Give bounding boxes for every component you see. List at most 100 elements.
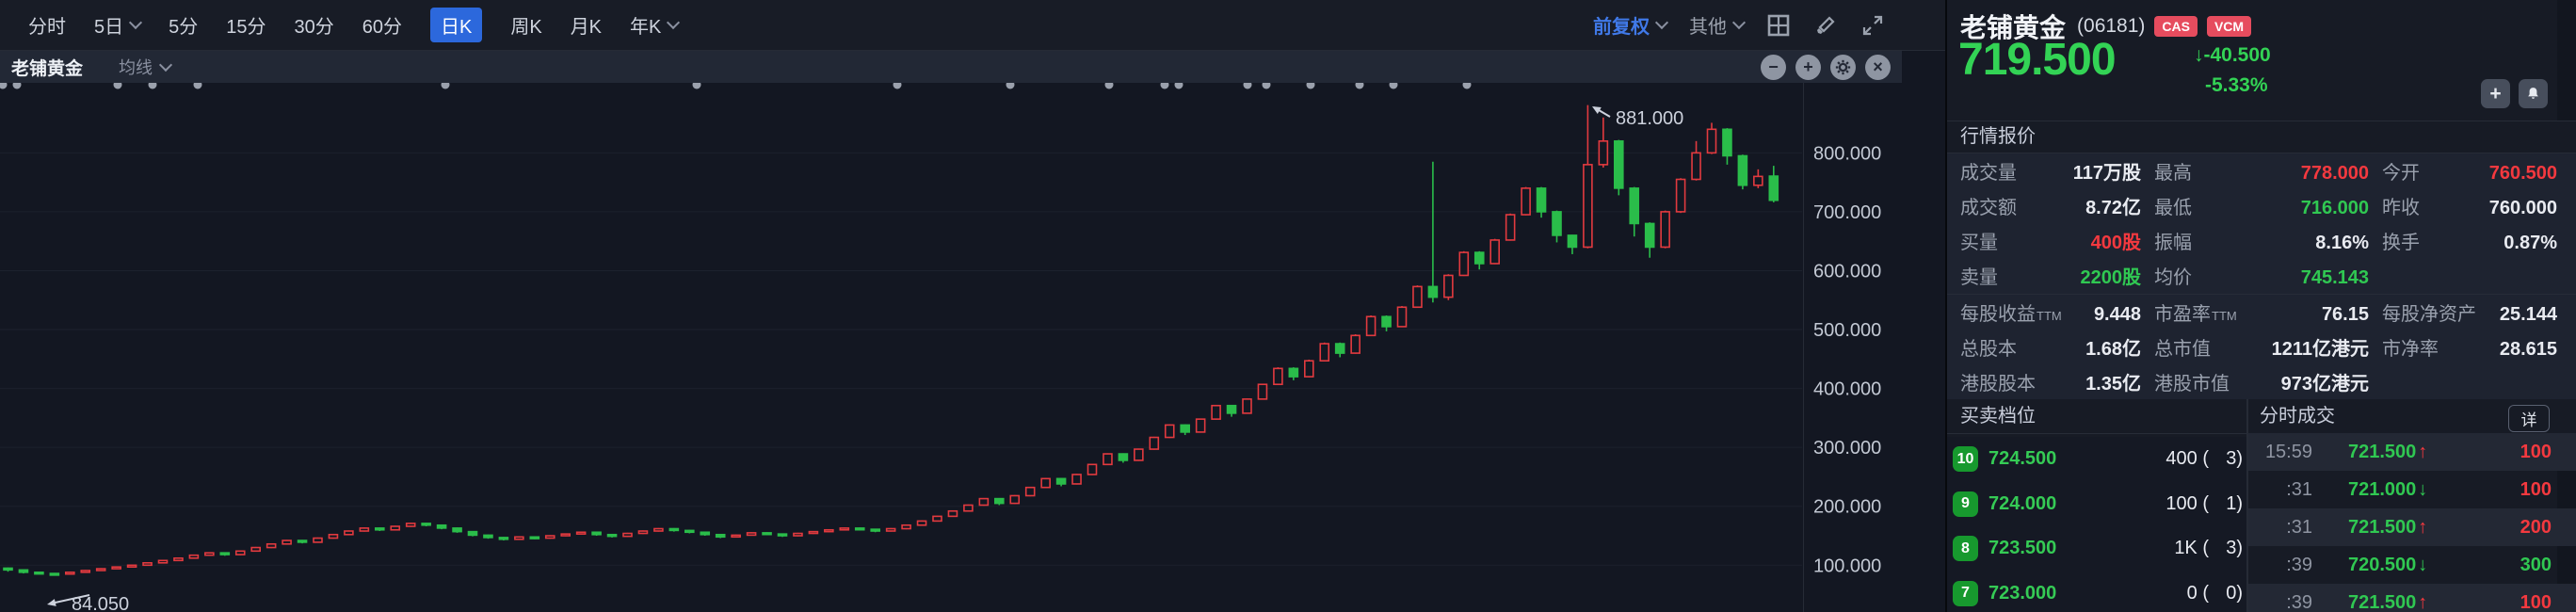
tick-price: 721.000 [2348,478,2417,500]
quote-cell: 最高 778.000 [2154,157,2369,185]
y-axis-tick: 700.000 [1813,202,1881,223]
more-dropdown[interactable]: 其他 [1689,11,1747,39]
period-button-周K[interactable]: 周K [510,11,541,39]
order-book-row[interactable]: 10 724.500 400 (3) [1947,437,2246,482]
tick-volume: 100 [2520,441,2552,462]
quote-label: 总市值 [2154,338,2211,360]
grid-layout-icon[interactable] [1766,13,1791,38]
tick-volume: 200 [2520,516,2552,538]
tick-row: :39 721.500 ↑ 100 [2248,584,2576,612]
period-button-日K[interactable]: 日K [430,8,483,42]
candlestick-series [3,105,1779,576]
detail-button[interactable]: 详 [2508,405,2550,432]
grid-lines [0,152,1802,566]
adjustment-label: 前复权 [1593,17,1650,38]
quote-value: 9.448 [2093,303,2141,325]
quote-value: 973亿港元 [2280,373,2369,395]
zoom-in-icon[interactable]: + [1795,55,1821,80]
quote-value: 76.15 [2321,303,2369,325]
stock-info-panel: 老铺黄金 (06181) CAS VCM 719.500 ↓-40.500 -5… [1947,0,2576,612]
book-price: 724.500 [1988,448,2057,470]
order-book-row[interactable]: 7 723.000 0 (0) [1947,572,2246,612]
quote-cell: 今开 760.500 [2382,157,2557,185]
quote-value: 1.35亿 [2085,373,2141,395]
book-volume: 100 ( [2165,492,2209,514]
quote-row: 总股本 1.68亿 总市值 1211亿港元 市净率 28.615 [1947,330,2576,364]
tick-price: 721.500 [2348,591,2417,612]
tick-row: :39 720.500 ↓ 300 [2248,546,2576,584]
fullscreen-icon[interactable] [1860,13,1885,38]
chart-tool-icons: − + × [1761,55,1891,80]
toolbar-right: 前复权 其他 [1593,0,1885,50]
quote-row: 每股收益 TTM 9.448 市盈率 TTM 76.15 每股净资产 25.144 [1947,293,2576,330]
quote-cell: 均价 745.143 [2154,262,2369,289]
tick-time: :39 [2286,591,2312,612]
period-label: 月K [570,17,603,38]
quote-cell: 振幅 8.16% [2154,227,2369,254]
quote-value: 716.000 [2300,198,2369,219]
period-button-15分[interactable]: 15分 [226,11,266,39]
quote-label: 成交量 [1960,163,2017,185]
zoom-out-icon[interactable]: − [1761,55,1786,80]
quote-value: 760.000 [2488,198,2557,219]
order-book: 10 724.500 400 (3) 9 724.000 100 (1) 8 723.500 1… [1947,437,2246,612]
y-axis-tick: 300.000 [1813,438,1881,459]
ma-label: 均线 [119,58,153,77]
book-level-badge: 9 [1953,491,1978,517]
y-axis-tick: 600.000 [1813,261,1881,282]
period-label: 5分 [169,17,199,38]
close-icon[interactable]: × [1865,55,1891,80]
chart-annotations: 881.00084.050 [47,106,1683,612]
quote-cell: 总股本 1.68亿 [1960,333,2141,361]
candlestick-chart[interactable]: 800.000 700.000 600.000 500.000 400.000 300.0… [0,51,1945,612]
down-arrow-icon: ↓ [2418,478,2428,500]
quote-cell: 昨收 760.000 [2382,192,2557,219]
period-button-30分[interactable]: 30分 [295,11,334,39]
more-label: 其他 [1689,17,1727,38]
chevron-down-icon [158,57,173,72]
quote-value: 760.500 [2488,163,2557,185]
order-book-row[interactable]: 8 723.500 1K (3) [1947,526,2246,572]
ma-dropdown[interactable]: 均线 [119,55,173,79]
period-button-月K[interactable]: 月K [571,11,602,39]
quote-value: 745.143 [2300,267,2369,289]
quote-grid: 成交量 117万股 最高 778.000 今开 760.500 成交额 8.72亿 最低 716.… [1947,153,2576,399]
period-button-5分[interactable]: 5分 [169,11,198,39]
brush-icon[interactable] [1813,13,1838,38]
quote-cell: 每股净资产 25.144 [2382,298,2557,326]
time-sales-tab: 分时成交 [2260,406,2335,427]
quote-row: 成交量 117万股 最高 778.000 今开 760.500 [1947,153,2576,188]
quote-label: 总股本 [1960,338,2017,360]
quote-label: 最高 [2154,163,2192,185]
quote-label: 振幅 [2154,233,2192,254]
price-alert-bell-button[interactable] [2519,79,2548,108]
settings-gear-icon[interactable] [1830,55,1856,80]
add-to-watchlist-button[interactable]: + [2481,79,2510,108]
period-label: 5日 [94,17,124,38]
tick-volume: 100 [2520,478,2552,500]
quote-value: 117万股 [2072,163,2141,185]
period-button-5日[interactable]: 5日 [94,11,143,39]
period-button-分时[interactable]: 分时 [28,11,66,39]
quote-row: 买量 400股 振幅 8.16% 换手 0.87% [1947,223,2576,258]
time-sales-list[interactable]: 15:59 721.500 ↑ 100:31 721.000 ↓ 100:31 721.500… [2248,433,2576,612]
adjustment-dropdown[interactable]: 前复权 [1593,11,1669,39]
tick-time: :39 [2286,554,2312,575]
price-change-percent: -5.33% [2205,74,2268,96]
period-buttons: 分时 5日 5分 15分 30分 60分 日K 周K 月K 年K [28,8,681,42]
period-button-60分[interactable]: 60分 [362,11,402,39]
y-axis-tick: 200.000 [1813,497,1881,518]
period-button-年K[interactable]: 年K [630,11,681,39]
quote-value: 28.615 [2499,338,2557,360]
order-book-row[interactable]: 9 724.000 100 (1) [1947,482,2246,527]
quote-cell: 港股市值 973亿港元 [2154,368,2369,395]
tick-row: :31 721.500 ↑ 200 [2248,508,2576,546]
book-price: 724.000 [1988,492,2057,514]
period-label: 15分 [226,17,266,38]
chart-region: 800.000 700.000 600.000 500.000 400.000 300.0… [0,51,1945,612]
quote-value: 778.000 [2300,163,2369,185]
book-order-count: 3) [2226,448,2243,470]
book-volume: 400 ( [2165,448,2209,470]
book-level-badge: 7 [1953,580,1978,606]
quote-cell: 买量 400股 [1960,227,2141,254]
